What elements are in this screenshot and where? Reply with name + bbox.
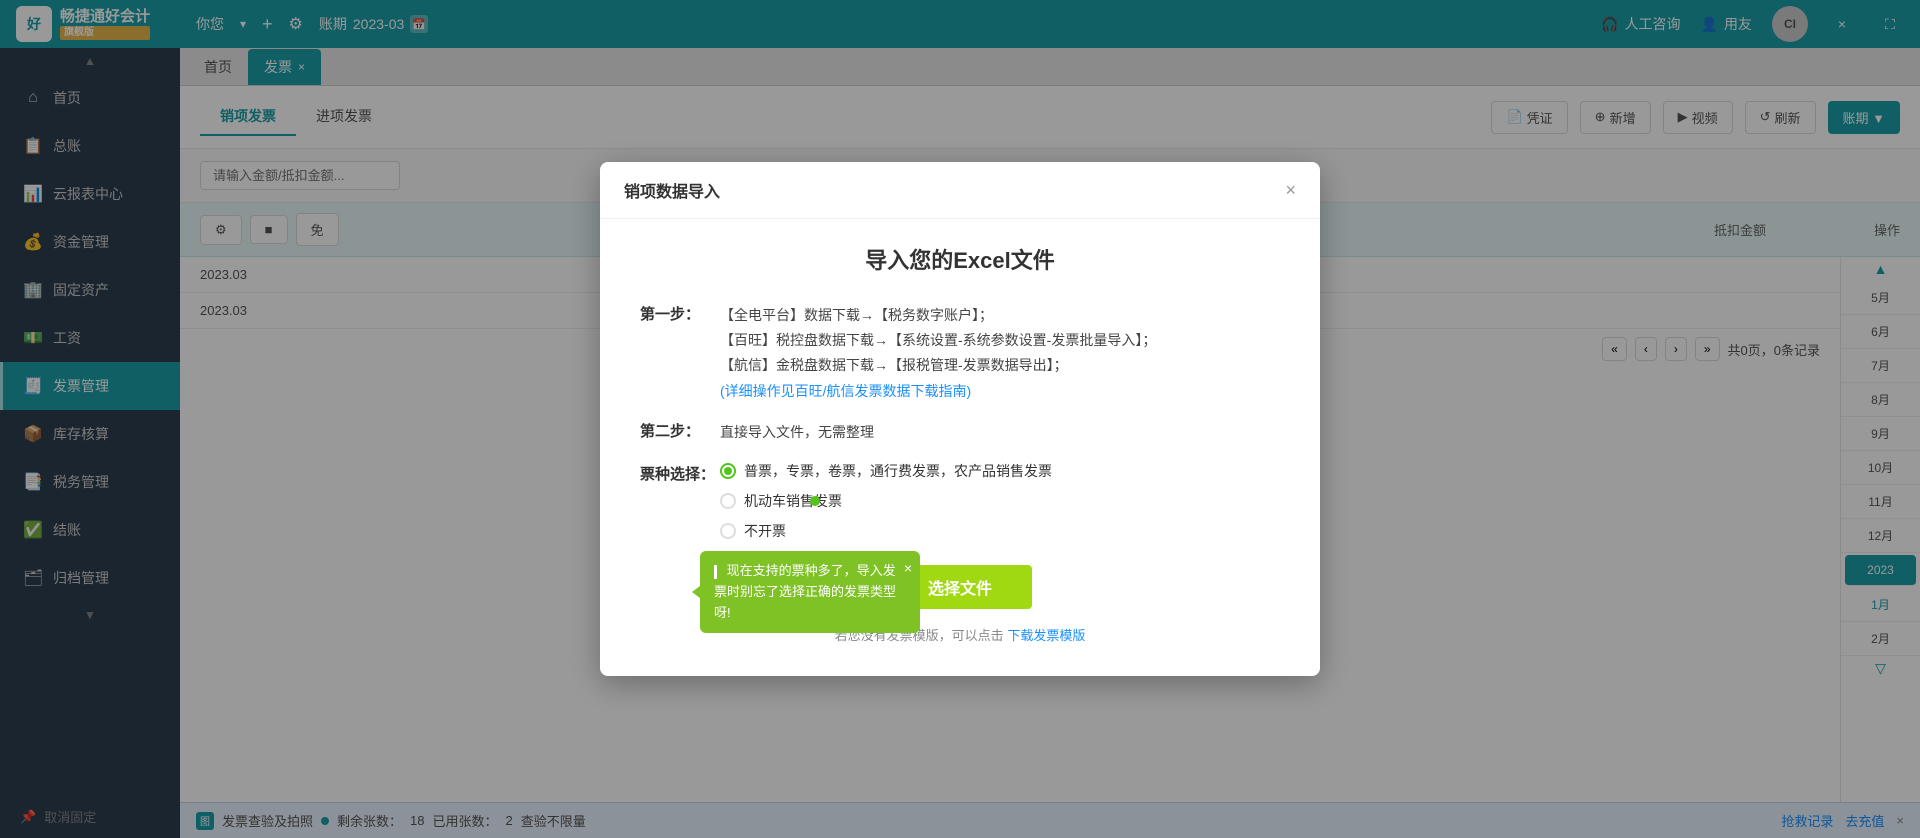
tooltip-close-button[interactable]: × <box>904 557 912 579</box>
step2-row: 第二步： 直接导入文件，无需整理 <box>640 420 1280 445</box>
step1-line3: 【航信】金税盘数据下载→【报税管理-发票数据导出】； <box>720 353 1156 378</box>
step1-content: 【全电平台】数据下载→【税务数字账户】； 【百旺】税控盘数据下载→【系统设置-系… <box>720 303 1156 404</box>
step1-link[interactable]: (详细操作见百旺/航信发票数据下载指南) <box>720 379 1156 404</box>
step2-label: 第二步： <box>640 420 720 445</box>
modal-title: 销项数据导入 <box>624 178 720 202</box>
modal-body: 导入您的Excel文件 第一步： 【全电平台】数据下载→【税务数字账户】； 【百… <box>600 219 1320 676</box>
modal-close-button[interactable]: × <box>1285 180 1296 201</box>
ticket-option-vehicle[interactable]: 机动车销售发票 × 现在支持的票种多了，导入发票时别忘了选择正确的发票类型呀! <box>720 491 1052 511</box>
radio-noticket[interactable] <box>720 523 736 539</box>
ticket-select-row: 票种选择： 普票，专票，卷票，通行费发票，农产品销售发票 机动车销售发票 <box>640 461 1280 541</box>
modal-header: 销项数据导入 × <box>600 162 1320 219</box>
ticket-select-label: 票种选择： <box>640 463 720 484</box>
modal-main-title: 导入您的Excel文件 <box>640 243 1280 275</box>
step1-label: 第一步： <box>640 303 720 404</box>
tooltip-dot-indicator <box>810 496 820 506</box>
step1-line1: 【全电平台】数据下载→【税务数字账户】； <box>720 303 1156 328</box>
ticket-options: 普票，专票，卷票，通行费发票，农产品销售发票 机动车销售发票 × 现在支持的票种… <box>720 461 1052 541</box>
download-template-link[interactable]: 下载发票模版 <box>1007 628 1085 643</box>
step1-line2: 【百旺】税控盘数据下载→【系统设置-系统参数设置-发票批量导入】； <box>720 328 1156 353</box>
ticket-option-noticket[interactable]: 不开票 <box>720 521 1052 541</box>
radio-normal[interactable] <box>720 463 736 479</box>
ticket-option-normal[interactable]: 普票，专票，卷票，通行费发票，农产品销售发票 <box>720 461 1052 481</box>
radio-vehicle[interactable] <box>720 493 736 509</box>
step1-row: 第一步： 【全电平台】数据下载→【税务数字账户】； 【百旺】税控盘数据下载→【系… <box>640 303 1280 404</box>
step2-content: 直接导入文件，无需整理 <box>720 420 874 445</box>
tooltip-bubble: × 现在支持的票种多了，导入发票时别忘了选择正确的发票类型呀! <box>700 551 920 633</box>
modal-import: 销项数据导入 × 导入您的Excel文件 第一步： 【全电平台】数据下载→【税务… <box>600 162 1320 676</box>
tooltip-text: 现在支持的票种多了，导入发票时别忘了选择正确的发票类型呀! <box>714 563 896 620</box>
tooltip-bar <box>714 565 717 579</box>
modal-overlay[interactable]: 销项数据导入 × 导入您的Excel文件 第一步： 【全电平台】数据下载→【税务… <box>0 0 1920 838</box>
